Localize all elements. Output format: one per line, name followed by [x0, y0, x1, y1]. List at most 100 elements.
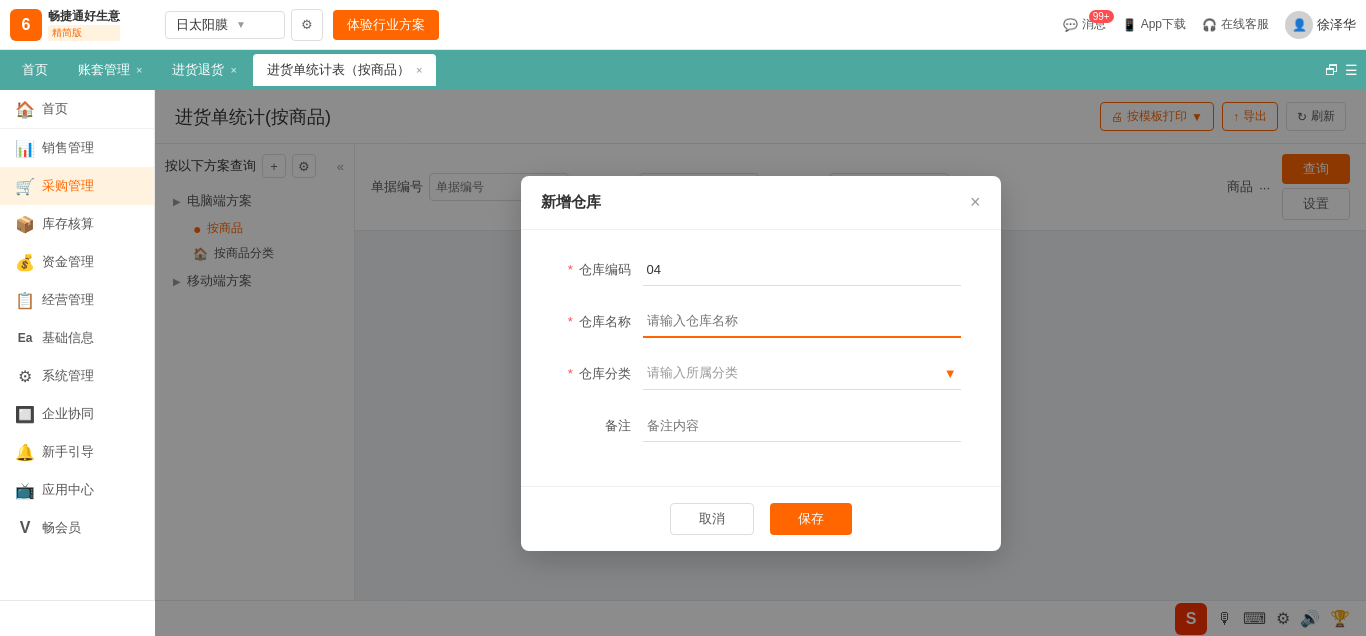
sidebar-label-enterprise: 企业协同	[42, 405, 94, 423]
category-label: * 仓库分类	[561, 365, 631, 383]
form-row-name: * 仓库名称	[561, 306, 961, 338]
sidebar-item-sales[interactable]: 📊 销售管理	[0, 129, 154, 167]
app-download-button[interactable]: 📱 App下载	[1122, 16, 1186, 33]
online-service-label: 在线客服	[1221, 16, 1269, 33]
tab-purchase-return-close[interactable]: ×	[230, 64, 236, 76]
tab-purchase-return[interactable]: 进货退货 ×	[158, 54, 250, 86]
modal-close-button[interactable]: ×	[970, 192, 981, 213]
tab-purchase-stats-close[interactable]: ×	[416, 64, 422, 76]
enterprise-icon: 🔲	[16, 405, 34, 423]
message-button[interactable]: 💬 消息 99+	[1063, 16, 1106, 33]
sidebar-item-inventory[interactable]: 📦 库存核算	[0, 205, 154, 243]
sidebar-item-basic-info[interactable]: Ea 基础信息	[0, 319, 154, 357]
cancel-button[interactable]: 取消	[670, 503, 754, 535]
message-icon: 💬	[1063, 18, 1078, 32]
category-select[interactable]: 请输入所属分类 ▼	[643, 358, 961, 390]
sidebar-item-purchase[interactable]: 🛒 采购管理	[0, 167, 154, 205]
sidebar-label-guide: 新手引导	[42, 443, 94, 461]
inventory-icon: 📦	[16, 215, 34, 233]
save-button[interactable]: 保存	[770, 503, 852, 535]
user-info[interactable]: 👤 徐泽华	[1285, 11, 1356, 39]
required-star-category: *	[568, 366, 573, 381]
sidebar: 🏠 首页 📊 销售管理 🛒 采购管理 📦 库存核算 💰 资金管理 📋 经营管理 …	[0, 90, 155, 636]
remark-label: 备注	[561, 417, 631, 435]
required-star-name: *	[568, 314, 573, 329]
tab-purchase-stats[interactable]: 进货单统计表（按商品） ×	[253, 54, 436, 86]
modal-body: * 仓库编码 * 仓库名称	[521, 230, 1001, 486]
sidebar-label-member: 畅会员	[42, 519, 81, 537]
headset-icon: 🎧	[1202, 18, 1217, 32]
form-row-code: * 仓库编码	[561, 254, 961, 286]
sidebar-label-sales: 销售管理	[42, 139, 94, 157]
tab-accounts-label: 账套管理	[78, 61, 130, 79]
warehouse-name-input[interactable]	[643, 306, 961, 338]
online-service-button[interactable]: 🎧 在线客服	[1202, 16, 1269, 33]
logo-area: 6 畅捷通好生意 精简版	[10, 8, 165, 41]
purchase-icon: 🛒	[16, 177, 34, 195]
user-name: 徐泽华	[1317, 16, 1356, 34]
guide-icon: 🔔	[16, 443, 34, 461]
modal-header: 新增仓库 ×	[521, 176, 1001, 230]
sidebar-label-purchase: 采购管理	[42, 177, 94, 195]
tab-accounts[interactable]: 账套管理 ×	[64, 54, 156, 86]
sidebar-label-finance: 资金管理	[42, 253, 94, 271]
sidebar-label-operations: 经营管理	[42, 291, 94, 309]
settings-button[interactable]: ⚙	[291, 9, 323, 41]
tab-restore-button[interactable]: 🗗	[1325, 62, 1339, 78]
tab-purchase-stats-label: 进货单统计表（按商品）	[267, 61, 410, 79]
modal-overlay: 新增仓库 × * 仓库编码 *	[155, 90, 1366, 636]
tab-home-label: 首页	[22, 61, 48, 79]
basic-info-icon: Ea	[16, 329, 34, 347]
notification-badge: 99+	[1089, 10, 1114, 23]
new-warehouse-modal: 新增仓库 × * 仓库编码 *	[521, 176, 1001, 551]
store-dropdown-arrow: ▼	[236, 19, 246, 30]
sidebar-label-home: 首页	[42, 100, 68, 118]
avatar: 👤	[1285, 11, 1313, 39]
sidebar-label-basic-info: 基础信息	[42, 329, 94, 347]
tab-accounts-close[interactable]: ×	[136, 64, 142, 76]
app-center-icon: 📺	[16, 481, 34, 499]
sidebar-item-enterprise[interactable]: 🔲 企业协同	[0, 395, 154, 433]
operations-icon: 📋	[16, 291, 34, 309]
sidebar-item-home[interactable]: 🏠 首页	[0, 90, 154, 128]
phone-icon: 📱	[1122, 18, 1137, 32]
required-star-code: *	[568, 262, 573, 277]
sidebar-item-operations[interactable]: 📋 经营管理	[0, 281, 154, 319]
name-label: * 仓库名称	[561, 313, 631, 331]
form-row-remark: 备注	[561, 410, 961, 442]
sidebar-item-finance[interactable]: 💰 资金管理	[0, 243, 154, 281]
warehouse-code-input[interactable]	[643, 254, 961, 286]
tab-home[interactable]: 首页	[8, 54, 62, 86]
store-selector[interactable]: 日太阳膜 ▼	[165, 11, 285, 39]
tab-menu-button[interactable]: ☰	[1345, 62, 1358, 78]
member-icon: V	[16, 519, 34, 537]
home-icon: 🏠	[16, 100, 34, 118]
gear-icon: ⚙	[301, 17, 313, 32]
modal-footer: 取消 保存	[521, 486, 1001, 551]
remark-input[interactable]	[643, 410, 961, 442]
form-row-category: * 仓库分类 请输入所属分类 ▼	[561, 358, 961, 390]
sidebar-item-member[interactable]: V 畅会员	[0, 509, 154, 547]
app-download-label: App下载	[1141, 16, 1186, 33]
sidebar-label-system: 系统管理	[42, 367, 94, 385]
sidebar-label-app-center: 应用中心	[42, 481, 94, 499]
tab-purchase-return-label: 进货退货	[172, 61, 224, 79]
system-icon: ⚙	[16, 367, 34, 385]
main-layout: 🏠 首页 📊 销售管理 🛒 采购管理 📦 库存核算 💰 资金管理 📋 经营管理 …	[0, 90, 1366, 636]
tab-bar: 首页 账套管理 × 进货退货 × 进货单统计表（按商品） × 🗗 ☰	[0, 50, 1366, 90]
finance-icon: 💰	[16, 253, 34, 271]
sidebar-item-guide[interactable]: 🔔 新手引导	[0, 433, 154, 471]
header-right: 💬 消息 99+ 📱 App下载 🎧 在线客服 👤 徐泽华	[1063, 11, 1356, 39]
sidebar-label-inventory: 库存核算	[42, 215, 94, 233]
logo-text: 畅捷通好生意 精简版	[48, 8, 120, 41]
code-label: * 仓库编码	[561, 261, 631, 279]
sidebar-item-app-center[interactable]: 📺 应用中心	[0, 471, 154, 509]
top-header: 6 畅捷通好生意 精简版 日太阳膜 ▼ ⚙ 体验行业方案 💬 消息 99+ 📱 …	[0, 0, 1366, 50]
content-area: 进货单统计(按商品) 🖨 按模板打印 ▼ ↑ 导出 ↻ 刷新	[155, 90, 1366, 636]
modal-title: 新增仓库	[541, 193, 601, 212]
category-dropdown-arrow: ▼	[944, 366, 957, 381]
sidebar-item-system[interactable]: ⚙ 系统管理	[0, 357, 154, 395]
tab-controls: 🗗 ☰	[1325, 62, 1358, 78]
store-name: 日太阳膜	[176, 16, 228, 34]
trial-button[interactable]: 体验行业方案	[333, 10, 439, 40]
